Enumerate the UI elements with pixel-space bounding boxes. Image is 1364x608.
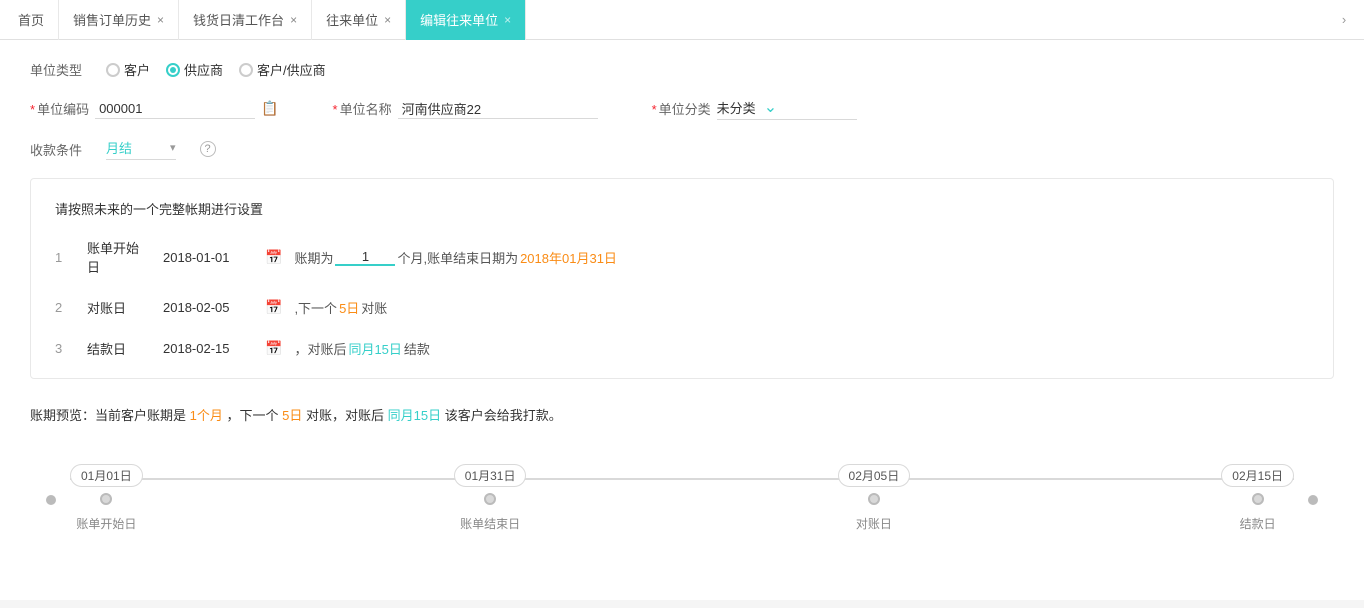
- row-1-desc: 账期为 个月,账单结束日期为 2018年01月31日: [294, 248, 616, 267]
- setting-row-3: 3 结款日 2018-02-15 📅 ，对账后 同月15日 结款: [55, 339, 1309, 358]
- row-2-num: 2: [55, 300, 75, 315]
- preview-text: 账期预览：当前客户账期是 1个月 ，下一个 5日 对账，对账后 同月15日 该客…: [30, 395, 1334, 444]
- tab-partner[interactable]: 往来单位 ×: [312, 0, 406, 40]
- unit-category-arrow[interactable]: ⌄: [764, 97, 777, 117]
- row-2-highlight: 5日: [339, 298, 359, 317]
- row-2-date: 2018-02-05: [163, 300, 253, 315]
- timeline-start-dot: [46, 495, 56, 505]
- row-1-highlight: 2018年01月31日: [520, 248, 617, 267]
- tab-bar: 首页 销售订单历史 × 钱货日清工作台 × 往来单位 × 编辑往来单位 × ›: [0, 0, 1364, 40]
- tab-cash-work-close[interactable]: ×: [290, 13, 297, 27]
- unit-code-input[interactable]: [95, 99, 255, 119]
- tab-partner-label: 往来单位: [326, 10, 378, 29]
- row-1-label: 账单开始日: [87, 238, 151, 276]
- row-3-highlight: 同月15日: [348, 339, 401, 358]
- row-2-label: 对账日: [87, 298, 151, 317]
- setting-row-2: 2 对账日 2018-02-05 📅 ,下一个 5日 对账: [55, 298, 1309, 317]
- payment-terms-value: 月结: [106, 138, 166, 157]
- unit-info-row: *单位编码 📋 *单位名称 *单位分类 未分类 ⌄: [30, 97, 1334, 120]
- tab-sales-history-label: 销售订单历史: [73, 10, 151, 29]
- tab-edit-partner[interactable]: 编辑往来单位 ×: [406, 0, 526, 40]
- tab-home[interactable]: 首页: [8, 0, 59, 40]
- unit-type-label: 单位类型: [30, 60, 82, 79]
- tl-dot-3: [868, 493, 880, 505]
- radio-customer[interactable]: 客户: [106, 60, 150, 79]
- copy-icon[interactable]: 📋: [261, 100, 278, 117]
- unit-name-label: *单位名称: [333, 99, 392, 118]
- tab-cash-work[interactable]: 钱货日清工作台 ×: [179, 0, 312, 40]
- tab-sales-history-close[interactable]: ×: [157, 13, 164, 27]
- tl-badge-1: 01月01日: [70, 464, 143, 487]
- radio-both-circle: [239, 63, 253, 77]
- row-1-date: 2018-01-01: [163, 250, 253, 265]
- tl-dot-4: [1252, 493, 1264, 505]
- tl-sub-2: 账单结束日: [460, 515, 520, 532]
- radio-supplier-label: 供应商: [184, 60, 223, 79]
- radio-both-label: 客户/供应商: [257, 60, 326, 79]
- tab-sales-history[interactable]: 销售订单历史 ×: [59, 0, 179, 40]
- unit-code-label: *单位编码: [30, 99, 89, 118]
- tl-sub-1: 账单开始日: [76, 515, 136, 532]
- row-2-desc: ,下一个 5日 对账: [294, 298, 387, 317]
- tl-sub-3: 对账日: [856, 515, 892, 532]
- timeline-point-4: 02月15日 结款日: [1221, 464, 1294, 532]
- preview-part1: 1个月: [190, 408, 223, 423]
- setting-row-1: 1 账单开始日 2018-01-01 📅 账期为 个月,账单结束日期为 2018…: [55, 238, 1309, 276]
- payment-terms-row: 收款条件 月结 ▾ ?: [30, 138, 1334, 160]
- tl-badge-3: 02月05日: [838, 464, 911, 487]
- row-1-cal-icon[interactable]: 📅: [265, 249, 282, 266]
- tl-badge-4: 02月15日: [1221, 464, 1294, 487]
- page-content: 单位类型 客户 供应商 客户/供应商 *单位编码 📋: [0, 40, 1364, 600]
- radio-supplier[interactable]: 供应商: [166, 60, 223, 79]
- preview-part3: 同月15日: [388, 408, 441, 423]
- radio-customer-label: 客户: [124, 60, 150, 79]
- tl-dot-2: [484, 493, 496, 505]
- tab-cash-work-label: 钱货日清工作台: [193, 10, 284, 29]
- tab-partner-close[interactable]: ×: [384, 13, 391, 27]
- unit-category-label: *单位分类: [652, 99, 711, 118]
- timeline-point-1: 01月01日 账单开始日: [70, 464, 143, 532]
- payment-terms-arrow[interactable]: ▾: [170, 141, 176, 154]
- radio-customer-circle: [106, 63, 120, 77]
- row-3-desc: ，对账后 同月15日 结款: [294, 339, 430, 358]
- timeline-end-dot: [1308, 495, 1318, 505]
- tab-home-label: 首页: [18, 10, 44, 29]
- card-title: 请按照未来的一个完整帐期进行设置: [55, 199, 1309, 218]
- radio-supplier-circle: [166, 63, 180, 77]
- tl-badge-2: 01月31日: [454, 464, 527, 487]
- radio-both[interactable]: 客户/供应商: [239, 60, 326, 79]
- unit-category-value: 未分类: [717, 98, 756, 117]
- row-3-label: 结款日: [87, 339, 151, 358]
- timeline: 01月01日 账单开始日 01月31日 账单结束日 02月05日 对账日 02月…: [70, 444, 1294, 562]
- preview-part2: 5日: [282, 408, 302, 423]
- row-3-date: 2018-02-15: [163, 341, 253, 356]
- row-2-cal-icon[interactable]: 📅: [265, 299, 282, 316]
- tab-scroll-arrow[interactable]: ›: [1332, 12, 1356, 27]
- timeline-point-3: 02月05日 对账日: [838, 464, 911, 532]
- payment-terms-label: 收款条件: [30, 140, 82, 159]
- timeline-points: 01月01日 账单开始日 01月31日 账单结束日 02月05日 对账日 02月…: [70, 464, 1294, 532]
- unit-type-radio-group: 客户 供应商 客户/供应商: [106, 60, 326, 79]
- tab-edit-partner-label: 编辑往来单位: [420, 10, 498, 29]
- timeline-point-2: 01月31日 账单结束日: [454, 464, 527, 532]
- row-1-num: 1: [55, 250, 75, 265]
- period-input[interactable]: [335, 249, 395, 266]
- settings-card: 请按照未来的一个完整帐期进行设置 1 账单开始日 2018-01-01 📅 账期…: [30, 178, 1334, 379]
- unit-category-dropdown[interactable]: 未分类 ⌄: [717, 97, 857, 120]
- tl-sub-4: 结款日: [1240, 515, 1276, 532]
- unit-name-input[interactable]: [398, 99, 598, 119]
- tl-dot-1: [100, 493, 112, 505]
- row-3-cal-icon[interactable]: 📅: [265, 340, 282, 357]
- unit-category-field: *单位分类 未分类 ⌄: [652, 97, 857, 120]
- unit-code-field: *单位编码 📋: [30, 99, 279, 119]
- help-icon[interactable]: ?: [200, 141, 216, 157]
- unit-type-row: 单位类型 客户 供应商 客户/供应商: [30, 60, 1334, 79]
- row-3-num: 3: [55, 341, 75, 356]
- tab-edit-partner-close[interactable]: ×: [504, 13, 511, 27]
- unit-name-field: *单位名称: [333, 99, 598, 119]
- payment-terms-dropdown[interactable]: 月结 ▾: [106, 138, 176, 160]
